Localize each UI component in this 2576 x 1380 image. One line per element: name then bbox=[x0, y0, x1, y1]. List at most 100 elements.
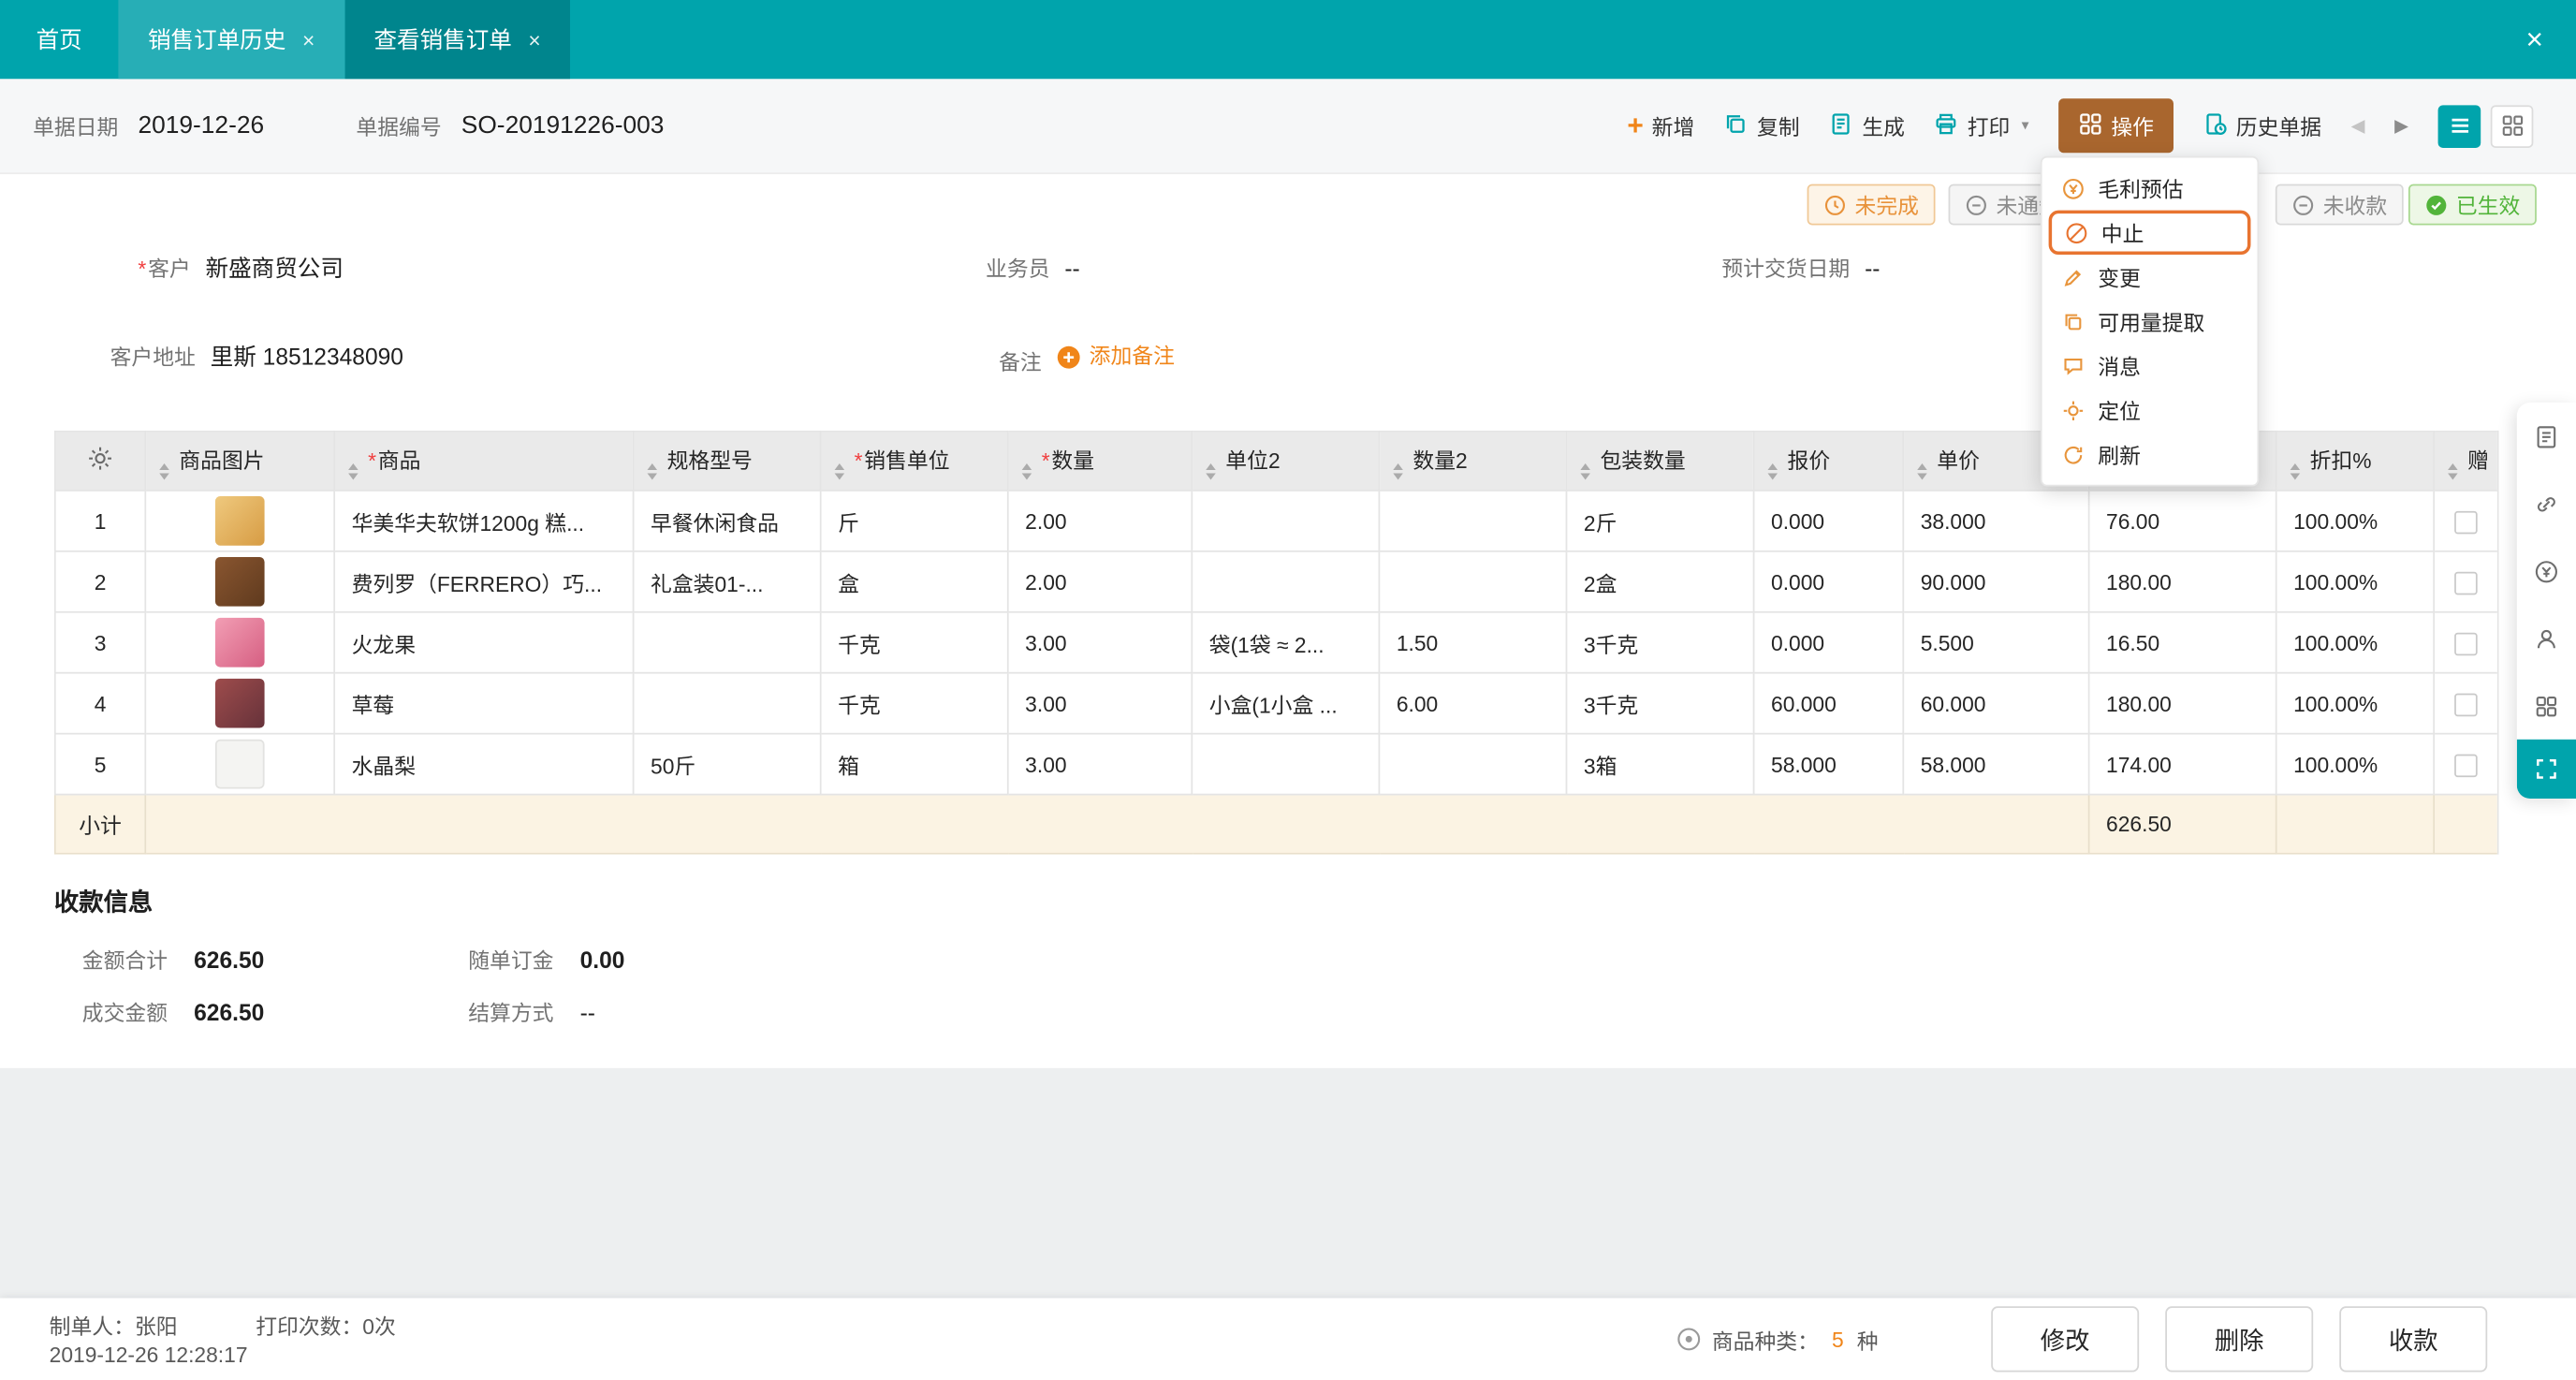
plus-icon: + bbox=[1627, 110, 1644, 141]
table-row[interactable]: 5 水晶梨 50斤 箱 3.00 3箱 58.000 58.000 174.00… bbox=[53, 732, 2497, 796]
column-header-product-image[interactable]: 商品图片 bbox=[144, 430, 336, 492]
tab-close-icon[interactable]: × bbox=[528, 29, 540, 51]
product-image-cell bbox=[144, 550, 336, 613]
settlement-field: 结算方式 -- bbox=[468, 999, 595, 1026]
required-asterisk: * bbox=[1041, 448, 1050, 473]
copy-button[interactable]: 复制 bbox=[1724, 110, 1800, 141]
row-number: 4 bbox=[53, 671, 147, 735]
unit2 bbox=[1191, 550, 1381, 613]
sort-icon[interactable] bbox=[1580, 462, 1590, 479]
quantity: 3.00 bbox=[1006, 732, 1193, 796]
product-image bbox=[214, 496, 265, 546]
tab-close-icon[interactable]: × bbox=[302, 29, 315, 51]
tab-view-sales-order[interactable]: 查看销售订单 × bbox=[344, 0, 571, 80]
discount-percent: 100.00% bbox=[2275, 610, 2436, 674]
column-header-quantity[interactable]: * 数量 bbox=[1006, 430, 1193, 492]
gift-cell bbox=[2433, 732, 2497, 796]
sort-icon[interactable] bbox=[1917, 462, 1927, 479]
sort-icon[interactable] bbox=[1767, 462, 1778, 479]
product-image-cell bbox=[144, 490, 336, 552]
menu-item-profit-estimate[interactable]: 毛利预估 bbox=[2042, 166, 2258, 210]
status-badge-unpaid: 未收款 bbox=[2275, 184, 2404, 226]
column-header-spec-model[interactable]: 规格型号 bbox=[632, 430, 822, 492]
sort-icon[interactable] bbox=[1021, 462, 1032, 479]
menu-item-available-extract[interactable]: 可用量提取 bbox=[2042, 299, 2258, 343]
product-name: 华美华夫软饼1200g 糕... bbox=[333, 490, 635, 552]
table-row[interactable]: 4 草莓 千克 3.00 小盒(1小盒 ... 6.00 3千克 60.000 … bbox=[53, 671, 2497, 735]
topbar: 首页 销售订单历史 × 查看销售订单 × × bbox=[0, 0, 2576, 80]
nav-home[interactable]: 首页 bbox=[0, 0, 118, 79]
sort-icon[interactable] bbox=[647, 462, 658, 479]
modify-button[interactable]: 修改 bbox=[1991, 1306, 2140, 1373]
table-settings-button[interactable] bbox=[53, 430, 147, 492]
prev-page-icon[interactable]: ◀ bbox=[2351, 115, 2365, 137]
gift-checkbox[interactable] bbox=[2454, 510, 2478, 535]
unit2: 小盒(1小盒 ... bbox=[1191, 671, 1381, 735]
operate-button[interactable]: 操作 bbox=[2058, 98, 2174, 154]
sort-icon[interactable] bbox=[2448, 462, 2458, 479]
column-header-product[interactable]: * 商品 bbox=[333, 430, 635, 492]
column-header-discount-percent[interactable]: 折扣% bbox=[2275, 430, 2436, 492]
delete-button[interactable]: 删除 bbox=[2165, 1306, 2314, 1373]
gift-checkbox[interactable] bbox=[2454, 632, 2478, 655]
add-remark-link[interactable]: 添加备注 bbox=[1057, 339, 1175, 375]
tab-sales-order-history[interactable]: 销售订单历史 × bbox=[118, 0, 344, 80]
menu-item-message[interactable]: 消息 bbox=[2042, 344, 2258, 388]
product-name: 水晶梨 bbox=[333, 732, 635, 796]
table-row[interactable]: 2 费列罗（FERRERO）巧... 礼盒装01-... 盒 2.00 2盒 0… bbox=[53, 550, 2497, 613]
receive-payment-button[interactable]: 收款 bbox=[2339, 1306, 2488, 1373]
grid-icon bbox=[2078, 110, 2102, 140]
column-header-gift[interactable]: 赠 bbox=[2433, 430, 2497, 492]
column-header-quote[interactable]: 报价 bbox=[1752, 430, 1905, 492]
next-page-icon[interactable]: ▶ bbox=[2394, 115, 2408, 137]
sort-icon[interactable] bbox=[348, 462, 359, 479]
table-row[interactable]: 3 火龙果 千克 3.00 袋(1袋 ≈ 2... 1.50 3千克 0.000… bbox=[53, 610, 2497, 674]
card-view-toggle[interactable] bbox=[2490, 104, 2534, 148]
document-tool-icon[interactable] bbox=[2517, 403, 2576, 470]
remark-field: 备注 添加备注 bbox=[999, 339, 1175, 381]
apps-tool-icon[interactable] bbox=[2517, 672, 2576, 740]
menu-item-change[interactable]: 变更 bbox=[2042, 255, 2258, 299]
fullscreen-tool-icon[interactable] bbox=[2516, 739, 2576, 799]
money-tool-icon[interactable] bbox=[2517, 537, 2576, 605]
view-toggles bbox=[2437, 104, 2534, 148]
gift-checkbox[interactable] bbox=[2454, 754, 2478, 777]
column-header-package-quantity[interactable]: 包装数量 bbox=[1565, 430, 1755, 492]
close-icon[interactable]: × bbox=[2493, 0, 2576, 79]
menu-item-abort[interactable]: 中止 bbox=[2048, 210, 2251, 256]
footer-buttons: 修改 删除 收款 bbox=[1991, 1306, 2488, 1373]
menu-item-refresh[interactable]: 刷新 bbox=[2042, 433, 2258, 477]
column-header-sales-unit[interactable]: * 销售单位 bbox=[819, 430, 1009, 492]
check-circle-icon bbox=[2426, 194, 2447, 215]
gift-checkbox[interactable] bbox=[2454, 571, 2478, 595]
refresh-icon bbox=[2064, 446, 2083, 463]
list-view-toggle[interactable] bbox=[2437, 104, 2481, 148]
print-button[interactable]: 打印 ▾ bbox=[1935, 110, 2029, 141]
link-tool-icon[interactable] bbox=[2517, 470, 2576, 537]
status-badge-effective: 已生效 bbox=[2408, 184, 2537, 226]
discount-percent: 100.00% bbox=[2275, 732, 2436, 796]
coin-icon bbox=[2063, 178, 2084, 198]
quote: 58.000 bbox=[1752, 732, 1905, 796]
generate-button[interactable]: 生成 bbox=[1829, 110, 1905, 141]
product-category-count: 商品种类： 5 种 bbox=[1676, 1299, 1879, 1380]
product-image-cell bbox=[144, 671, 336, 735]
table-row[interactable]: 1 华美华夫软饼1200g 糕... 早餐休闲食品 斤 2.00 2斤 0.00… bbox=[53, 490, 2497, 552]
menu-item-locate[interactable]: 定位 bbox=[2042, 388, 2258, 432]
column-header-unit2[interactable]: 单位2 bbox=[1191, 430, 1381, 492]
sales-unit: 斤 bbox=[819, 490, 1009, 552]
sort-icon[interactable] bbox=[2290, 462, 2301, 479]
history-doc-icon bbox=[2203, 110, 2228, 140]
quantity2 bbox=[1378, 490, 1568, 552]
contact-tool-icon[interactable] bbox=[2517, 605, 2576, 672]
add-button[interactable]: + 新增 bbox=[1627, 110, 1694, 141]
sort-icon[interactable] bbox=[1206, 462, 1216, 479]
column-header-quantity2[interactable]: 数量2 bbox=[1378, 430, 1568, 492]
print-count-value: 0次 bbox=[362, 1314, 396, 1340]
sort-icon[interactable] bbox=[1393, 462, 1403, 479]
history-button[interactable]: 历史单据 bbox=[2203, 110, 2321, 141]
spec-model: 礼盒装01-... bbox=[632, 550, 822, 613]
sort-icon[interactable] bbox=[159, 462, 169, 479]
gift-checkbox[interactable] bbox=[2454, 693, 2478, 716]
sort-icon[interactable] bbox=[834, 462, 845, 479]
